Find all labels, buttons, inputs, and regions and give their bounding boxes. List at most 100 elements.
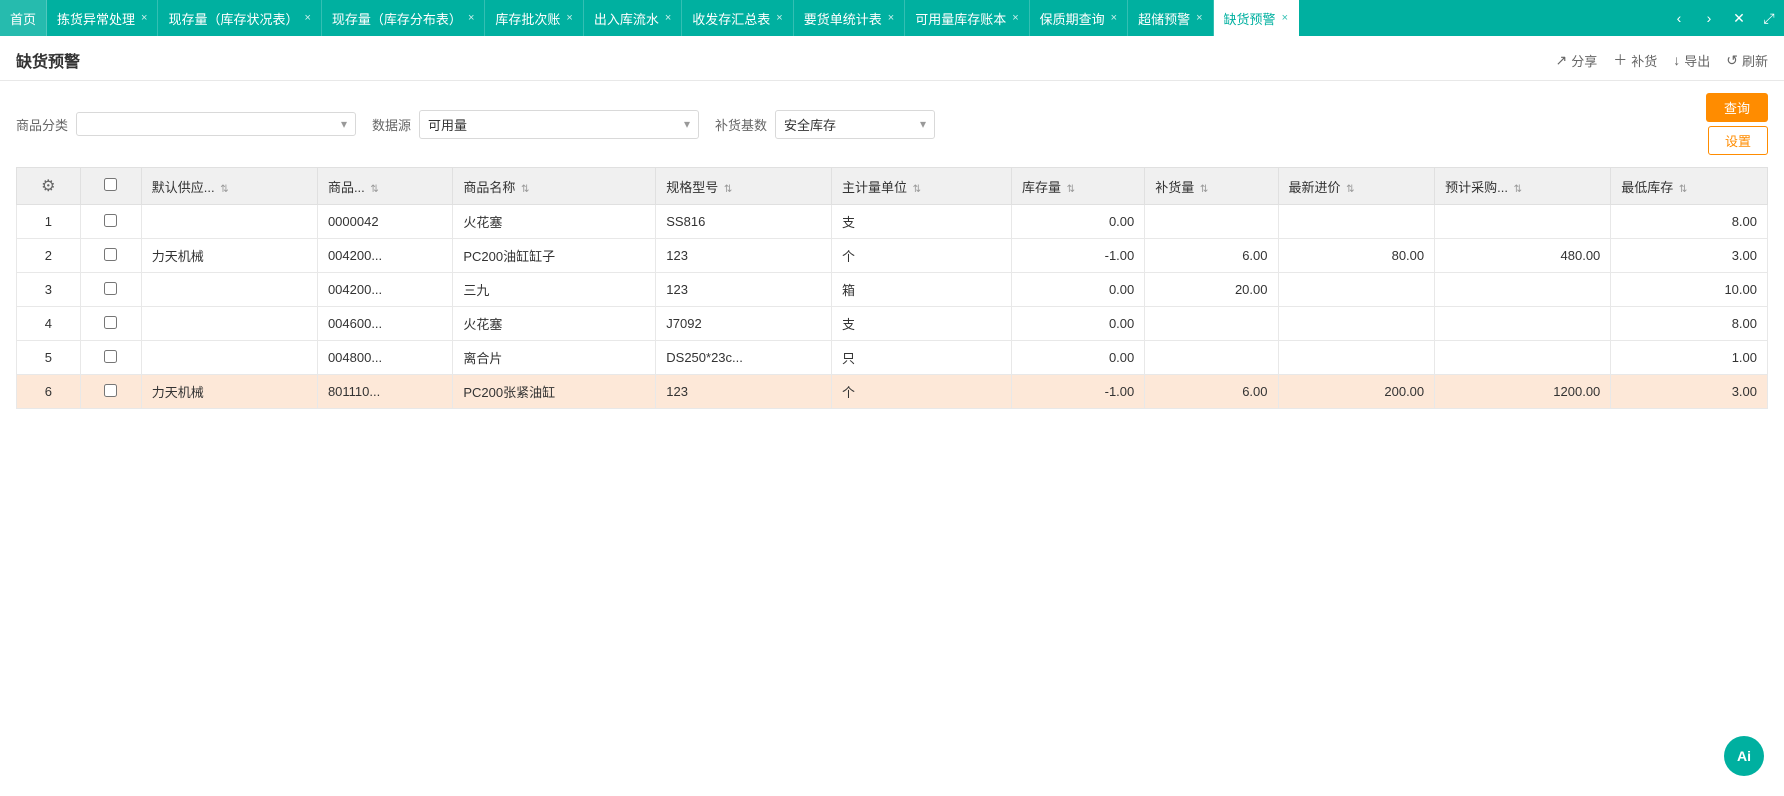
row-checkbox-1 <box>80 239 141 273</box>
row-estimated-purchase-2 <box>1435 273 1611 307</box>
table-row[interactable]: 6 力天机械 801110... PC200张紧油缸 123 个 -1.00 6… <box>17 375 1768 409</box>
row-select-3[interactable] <box>104 316 117 329</box>
row-goods-name-3: 火花塞 <box>453 307 656 341</box>
row-supplier-5: 力天机械 <box>141 375 317 409</box>
replenish-base-filter-group: 补货基数 安全库存 ▾ <box>715 110 935 139</box>
page-title: 缺货预警 <box>16 48 80 72</box>
row-gear-2: 3 <box>17 273 81 307</box>
share-button[interactable]: ↗ 分享 <box>1555 51 1597 70</box>
row-estimated-purchase-1: 480.00 <box>1435 239 1611 273</box>
table-row[interactable]: 5 004800... 离合片 DS250*23c... 只 0.00 1.00 <box>17 341 1768 375</box>
row-unit-2: 箱 <box>831 273 1011 307</box>
row-min-stock-2: 10.00 <box>1611 273 1768 307</box>
nav-tab-inventory-dist[interactable]: 现存量（库存分布表） × <box>322 0 485 36</box>
row-supplier-1: 力天机械 <box>141 239 317 273</box>
query-button[interactable]: 查询 <box>1706 93 1768 122</box>
close-tab-inout[interactable]: × <box>665 12 671 24</box>
nav-tab-inventory-status[interactable]: 现存量（库存状况表） × <box>158 0 321 36</box>
nav-tab-overstock[interactable]: 超储预警 × <box>1128 0 1213 36</box>
row-select-2[interactable] <box>104 282 117 295</box>
nav-tab-requisition[interactable]: 要货单统计表 × <box>794 0 905 36</box>
unit-sort-icon[interactable]: ⇅ <box>913 184 921 195</box>
row-spec-3: J7092 <box>656 307 832 341</box>
column-goods-name: 商品名称 ⇅ <box>453 168 656 205</box>
row-select-0[interactable] <box>104 214 117 227</box>
goods-code-sort-icon[interactable]: ⇅ <box>370 184 378 195</box>
row-spec-2: 123 <box>656 273 832 307</box>
row-spec-5: 123 <box>656 375 832 409</box>
nav-expand[interactable]: ⤢ <box>1754 0 1784 36</box>
row-supplier-2 <box>141 273 317 307</box>
shortage-table: ⚙ 默认供应... ⇅ 商品... ⇅ 商品名称 ⇅ <box>16 167 1768 409</box>
nav-tab-batch[interactable]: 库存批次账 × <box>485 0 583 36</box>
goods-name-sort-icon[interactable]: ⇅ <box>521 184 529 195</box>
table-row[interactable]: 2 力天机械 004200... PC200油缸缸子 123 个 -1.00 6… <box>17 239 1768 273</box>
spec-sort-icon[interactable]: ⇅ <box>724 184 732 195</box>
share-icon: ↗ <box>1555 52 1567 69</box>
replenish-base-select[interactable]: 安全库存 ▾ <box>775 110 935 139</box>
close-tab-available[interactable]: × <box>1012 12 1018 24</box>
nav-scroll-right[interactable]: › <box>1694 0 1724 36</box>
close-tab-pick-exception[interactable]: × <box>141 12 147 24</box>
column-unit: 主计量单位 ⇅ <box>831 168 1011 205</box>
row-goods-name-2: 三九 <box>453 273 656 307</box>
row-select-5[interactable] <box>104 384 117 397</box>
close-tab-overstock[interactable]: × <box>1196 12 1202 24</box>
datasource-select[interactable]: 可用量 ▾ <box>419 110 699 139</box>
row-select-1[interactable] <box>104 248 117 261</box>
row-replenish-4 <box>1145 341 1278 375</box>
min-stock-sort-icon[interactable]: ⇅ <box>1679 184 1687 195</box>
table-row[interactable]: 4 004600... 火花塞 J7092 支 0.00 8.00 <box>17 307 1768 341</box>
user-avatar[interactable]: Ai <box>1724 736 1764 776</box>
row-select-4[interactable] <box>104 350 117 363</box>
close-tab-expiry[interactable]: × <box>1111 12 1117 24</box>
row-goods-code-4: 004800... <box>317 341 452 375</box>
page-header: 缺货预警 ↗ 分享 ＋ 补货 ↓ 导出 ↺ 刷新 <box>0 36 1784 81</box>
close-tab-inventory-status[interactable]: × <box>304 12 310 24</box>
row-min-stock-4: 1.00 <box>1611 341 1768 375</box>
select-all-checkbox[interactable] <box>104 178 117 191</box>
close-tab-requisition[interactable]: × <box>888 12 894 24</box>
supplier-sort-icon[interactable]: ⇅ <box>220 184 228 195</box>
table-row[interactable]: 1 0000042 火花塞 SS816 支 0.00 8.00 <box>17 205 1768 239</box>
nav-tab-inout[interactable]: 出入库流水 × <box>584 0 682 36</box>
header-actions: ↗ 分享 ＋ 补货 ↓ 导出 ↺ 刷新 <box>1555 50 1768 70</box>
export-button[interactable]: ↓ 导出 <box>1673 51 1710 70</box>
nav-tab-available[interactable]: 可用量库存账本 × <box>905 0 1029 36</box>
category-select[interactable]: ▾ <box>76 112 356 136</box>
row-checkbox-3 <box>80 307 141 341</box>
nav-tab-expiry[interactable]: 保质期查询 × <box>1030 0 1128 36</box>
gear-icon[interactable]: ⚙ <box>27 176 70 196</box>
row-supplier-4 <box>141 341 317 375</box>
main-content: 缺货预警 ↗ 分享 ＋ 补货 ↓ 导出 ↺ 刷新 商品分类 <box>0 36 1784 796</box>
nav-tab-home[interactable]: 首页 <box>0 0 47 36</box>
nav-tab-pick-exception[interactable]: 拣货异常处理 × <box>47 0 158 36</box>
settings-button[interactable]: 设置 <box>1708 126 1768 155</box>
replenish-sort-icon[interactable]: ⇅ <box>1200 184 1208 195</box>
nav-close[interactable]: ✕ <box>1724 0 1754 36</box>
nav-tab-summary[interactable]: 收发存汇总表 × <box>682 0 793 36</box>
replenish-button[interactable]: ＋ 补货 <box>1613 50 1657 70</box>
row-checkbox-0 <box>80 205 141 239</box>
estimated-purchase-sort-icon[interactable]: ⇅ <box>1514 184 1522 195</box>
row-unit-5: 个 <box>831 375 1011 409</box>
nav-scroll-left[interactable]: ‹ <box>1664 0 1694 36</box>
row-min-stock-0: 8.00 <box>1611 205 1768 239</box>
filter-buttons: 查询 设置 <box>1706 93 1768 155</box>
refresh-button[interactable]: ↺ 刷新 <box>1726 51 1768 70</box>
row-stock-5: -1.00 <box>1012 375 1145 409</box>
row-goods-name-0: 火花塞 <box>453 205 656 239</box>
table-body: 1 0000042 火花塞 SS816 支 0.00 8.00 2 力天机械 0… <box>17 205 1768 409</box>
close-tab-shortage[interactable]: × <box>1282 12 1288 24</box>
column-spec: 规格型号 ⇅ <box>656 168 832 205</box>
nav-tab-shortage[interactable]: 缺货预警 × <box>1214 0 1299 36</box>
latest-price-sort-icon[interactable]: ⇅ <box>1346 184 1354 195</box>
close-tab-summary[interactable]: × <box>776 12 782 24</box>
row-stock-4: 0.00 <box>1012 341 1145 375</box>
table-row[interactable]: 3 004200... 三九 123 箱 0.00 20.00 10.00 <box>17 273 1768 307</box>
datasource-label: 数据源 <box>372 115 411 134</box>
row-replenish-3 <box>1145 307 1278 341</box>
close-tab-inventory-dist[interactable]: × <box>468 12 474 24</box>
stock-sort-icon[interactable]: ⇅ <box>1067 184 1075 195</box>
close-tab-batch[interactable]: × <box>566 12 572 24</box>
